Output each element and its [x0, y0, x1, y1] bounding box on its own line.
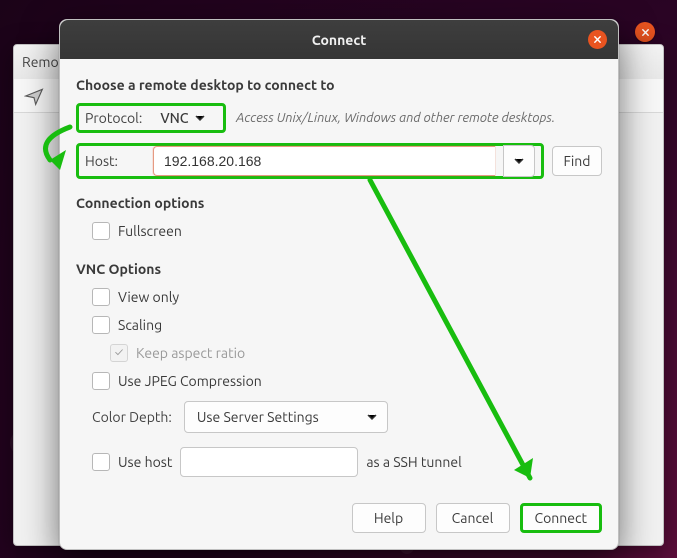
connect-dialog: Connect Choose a remote desktop to conne… [59, 19, 619, 550]
vnc-options-title: VNC Options [76, 261, 602, 277]
close-icon[interactable] [588, 30, 607, 49]
fullscreen-checkbox-row[interactable]: Fullscreen [76, 217, 602, 245]
fullscreen-checkbox[interactable] [92, 222, 110, 240]
protocol-select[interactable]: VNC [158, 107, 208, 129]
keep-aspect-checkbox-row: Keep aspect ratio [76, 339, 602, 367]
chevron-down-icon [195, 110, 205, 126]
fullscreen-label: Fullscreen [118, 223, 182, 239]
dialog-titlebar: Connect [60, 20, 618, 59]
scaling-label: Scaling [118, 317, 162, 333]
scaling-checkbox-row[interactable]: Scaling [76, 311, 602, 339]
view-only-checkbox[interactable] [92, 288, 110, 306]
keep-aspect-checkbox [110, 344, 128, 362]
choose-heading: Choose a remote desktop to connect to [76, 77, 602, 93]
jpeg-checkbox-row[interactable]: Use JPEG Compression [76, 367, 602, 395]
ssh-suffix-label: as a SSH tunnel [366, 454, 461, 470]
jpeg-checkbox[interactable] [92, 372, 110, 390]
color-depth-label: Color Depth: [92, 409, 172, 425]
find-button[interactable]: Find [552, 146, 602, 176]
ssh-use-host-label: Use host [118, 454, 172, 470]
protocol-label: Protocol: [85, 110, 142, 126]
host-row: Host: [76, 143, 544, 179]
host-dropdown-button[interactable] [503, 145, 535, 177]
color-depth-row: Color Depth: Use Server Settings [76, 395, 602, 433]
chevron-down-icon [367, 409, 377, 425]
window-close-button-outer[interactable] [635, 22, 655, 42]
ssh-row: Use host as a SSH tunnel [76, 433, 602, 477]
view-only-checkbox-row[interactable]: View only [76, 283, 602, 311]
color-depth-value: Use Server Settings [197, 409, 319, 425]
ssh-host-input[interactable] [180, 447, 358, 477]
connect-button[interactable]: Connect [520, 503, 603, 533]
plane-icon [22, 84, 46, 108]
protocol-row: Protocol: VNC [76, 103, 226, 133]
dialog-title: Connect [312, 32, 367, 48]
view-only-label: View only [118, 289, 179, 305]
host-input[interactable] [153, 146, 495, 176]
host-label: Host: [85, 153, 145, 169]
ssh-use-host-checkbox[interactable] [92, 453, 110, 471]
protocol-hint: Access Unix/Linux, Windows and other rem… [236, 111, 555, 125]
jpeg-label: Use JPEG Compression [118, 373, 262, 389]
help-button[interactable]: Help [352, 503, 426, 533]
chevron-down-icon [514, 153, 524, 169]
scaling-checkbox[interactable] [92, 316, 110, 334]
parent-title-truncated: Remo [22, 54, 59, 70]
dialog-footer: Help Cancel Connect [76, 477, 602, 533]
protocol-value: VNC [160, 110, 188, 126]
dialog-content: Choose a remote desktop to connect to Pr… [60, 59, 618, 549]
connection-options-title: Connection options [76, 195, 602, 211]
color-depth-select[interactable]: Use Server Settings [184, 401, 388, 433]
keep-aspect-label: Keep aspect ratio [136, 345, 245, 361]
cancel-button[interactable]: Cancel [436, 503, 510, 533]
